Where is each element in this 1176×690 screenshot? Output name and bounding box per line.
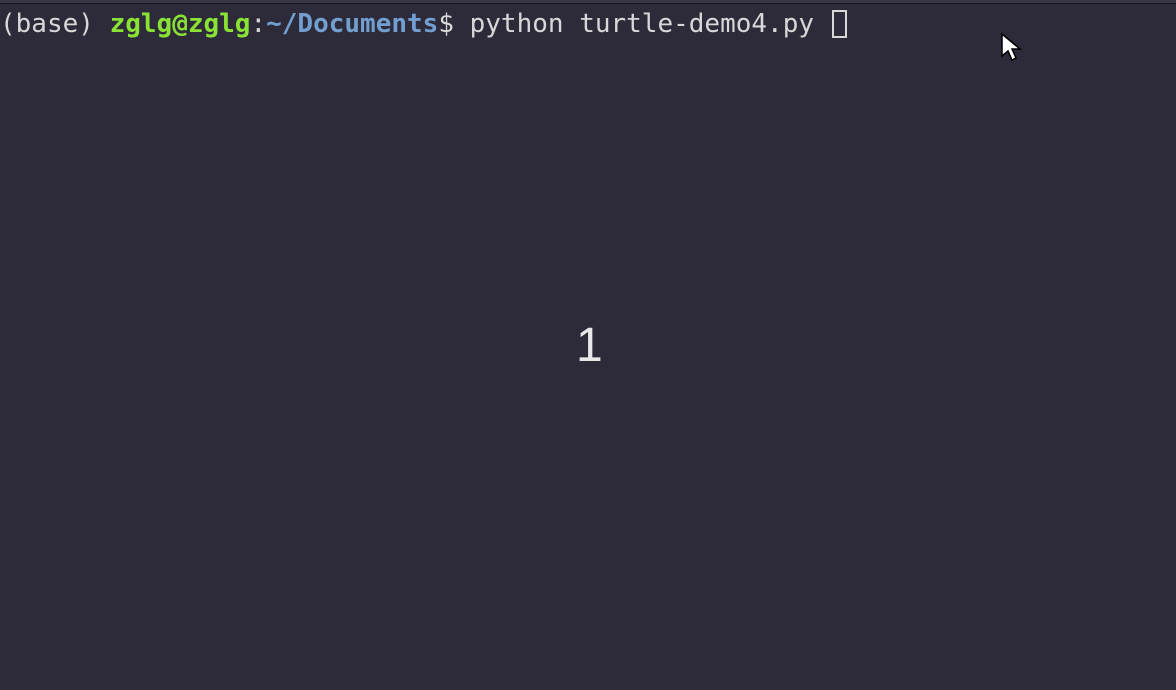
- terminal-cursor: [832, 10, 847, 38]
- terminal-body[interactable]: (base) zglg@zglg:~/Documents$ python tur…: [0, 4, 1176, 40]
- prompt-line: (base) zglg@zglg:~/Documents$ python tur…: [0, 8, 1176, 40]
- prompt-dollar: $: [438, 8, 469, 40]
- center-overlay-number: 1: [576, 318, 603, 373]
- conda-env-prefix: (base): [0, 8, 110, 40]
- current-working-directory: ~/Documents: [266, 8, 438, 40]
- user-at-host: zglg@zglg: [110, 8, 251, 40]
- prompt-colon: :: [250, 8, 266, 40]
- typed-command: python turtle-demo4.py: [470, 8, 830, 40]
